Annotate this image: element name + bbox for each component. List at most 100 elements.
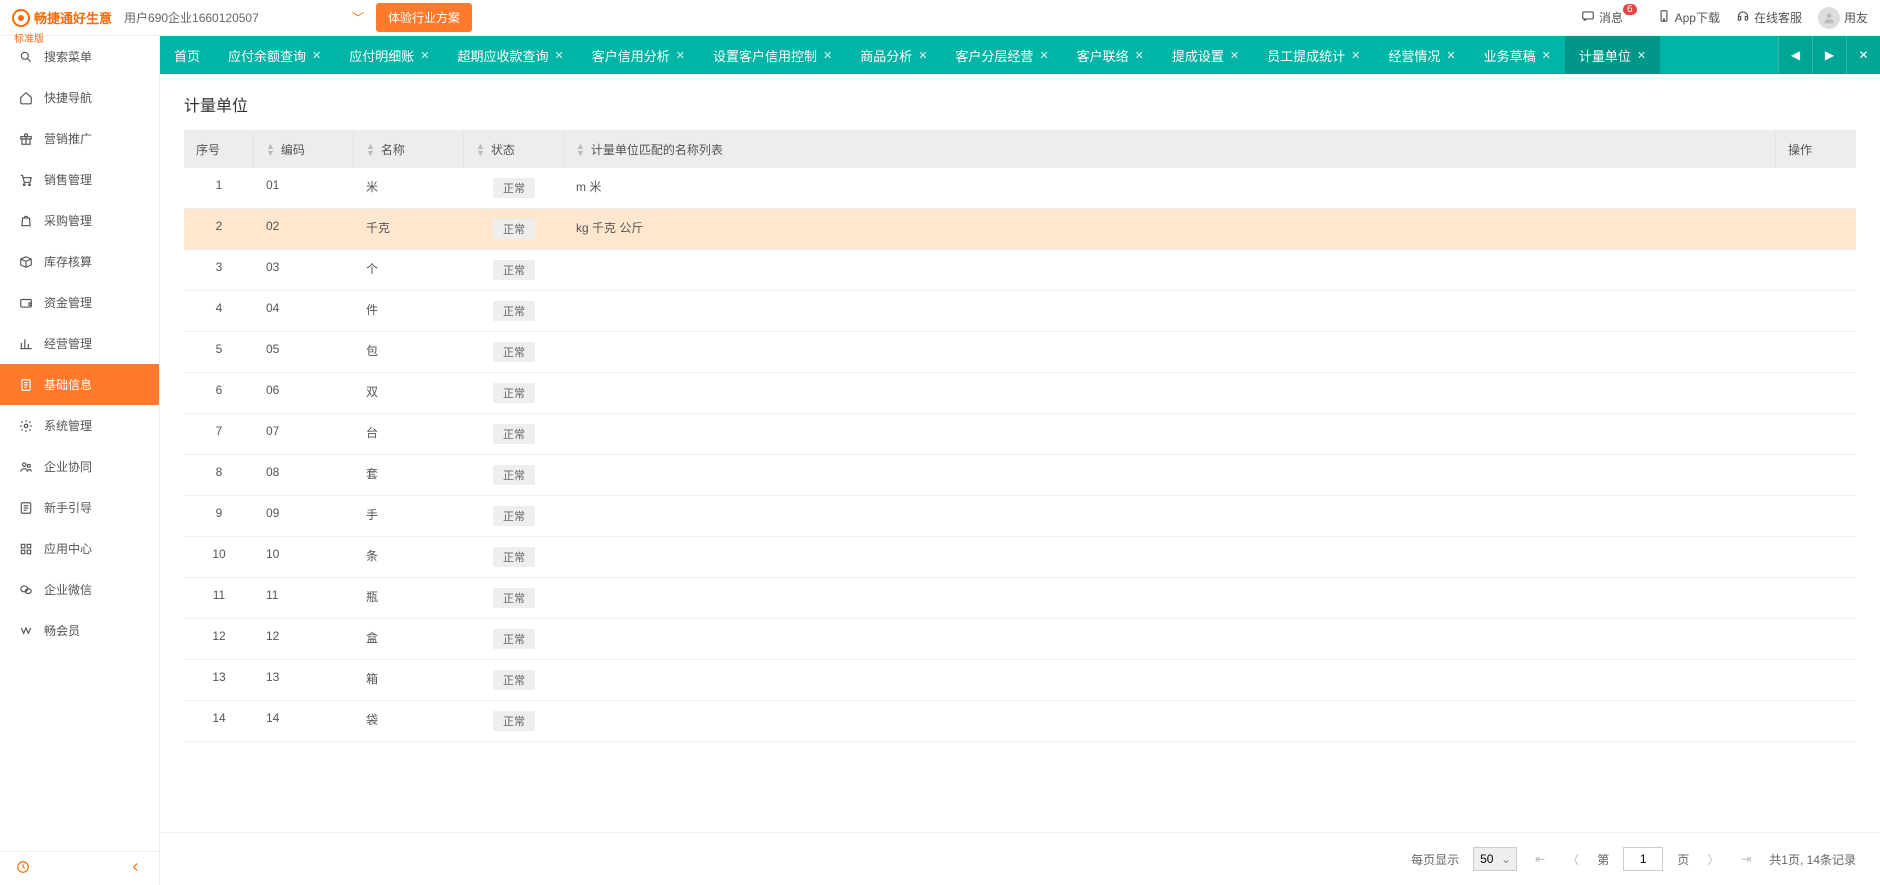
status-badge: 正常: [493, 465, 535, 485]
app-download-link[interactable]: App下载: [1657, 9, 1720, 26]
sidebar-item-2[interactable]: 营销推广: [0, 118, 159, 159]
table-row[interactable]: 202千克正常kg 千克 公斤: [184, 209, 1856, 250]
table-row[interactable]: 1111瓶正常: [184, 578, 1856, 619]
sidebar-item-14[interactable]: 畅会员: [0, 610, 159, 651]
page-next[interactable]: 〉: [1703, 851, 1723, 868]
sidebar-item-8[interactable]: 基础信息: [0, 364, 159, 405]
table-row[interactable]: 1414袋正常: [184, 701, 1856, 742]
table-row[interactable]: 909手正常: [184, 496, 1856, 537]
messages-link[interactable]: 消息 6: [1581, 9, 1641, 26]
tab-11[interactable]: 经营情况✕: [1374, 36, 1469, 74]
close-icon[interactable]: ✕: [1637, 49, 1646, 62]
table-row[interactable]: 606双正常: [184, 373, 1856, 414]
close-icon[interactable]: ✕: [1446, 49, 1455, 62]
table-row[interactable]: 404件正常: [184, 291, 1856, 332]
sidebar-item-13[interactable]: 企业微信: [0, 569, 159, 610]
sidebar-item-6[interactable]: 资金管理: [0, 282, 159, 323]
table-row[interactable]: 1010条正常: [184, 537, 1856, 578]
close-icon[interactable]: ✕: [1039, 49, 1048, 62]
page-input[interactable]: [1623, 847, 1663, 871]
close-icon[interactable]: ✕: [918, 49, 927, 62]
chart-icon: [18, 336, 34, 352]
tab-label: 设置客户信用控制: [713, 46, 817, 65]
close-icon[interactable]: ✕: [1135, 49, 1144, 62]
sidebar-item-9[interactable]: 系统管理: [0, 405, 159, 446]
tabs-close-all[interactable]: ✕: [1846, 36, 1880, 74]
cell-operation: [1776, 373, 1856, 413]
sidebar-item-7[interactable]: 经营管理: [0, 323, 159, 364]
cell-code: 01: [254, 168, 354, 208]
page-prev[interactable]: 〈: [1563, 851, 1583, 868]
search-icon: [18, 49, 34, 65]
close-icon[interactable]: ✕: [676, 49, 685, 62]
tabs-scroll-right[interactable]: ▶: [1812, 36, 1846, 74]
cell-operation: [1776, 496, 1856, 536]
tab-6[interactable]: 商品分析✕: [846, 36, 941, 74]
close-icon[interactable]: ✕: [1542, 49, 1551, 62]
sidebar-item-label: 企业协同: [44, 458, 92, 475]
cell-status: 正常: [464, 414, 564, 454]
th-match[interactable]: ▲▼计量单位匹配的名称列表: [564, 131, 1776, 168]
close-icon[interactable]: ✕: [1351, 49, 1360, 62]
page-last[interactable]: ⇥: [1737, 852, 1755, 866]
cell-status: 正常: [464, 332, 564, 372]
sidebar-collapse-icon[interactable]: [129, 860, 143, 877]
sort-icon: ▲▼: [366, 143, 375, 157]
sidebar-item-1[interactable]: 快捷导航: [0, 77, 159, 118]
close-icon[interactable]: ✕: [312, 49, 321, 62]
cell-status: 正常: [464, 660, 564, 700]
sidebar-item-3[interactable]: 销售管理: [0, 159, 159, 200]
sidebar-item-12[interactable]: 应用中心: [0, 528, 159, 569]
page-first[interactable]: ⇤: [1531, 852, 1549, 866]
table-row[interactable]: 1212盒正常: [184, 619, 1856, 660]
tab-12[interactable]: 业务草稿✕: [1470, 36, 1565, 74]
cell-name: 双: [354, 373, 464, 413]
tab-13[interactable]: 计量单位✕: [1565, 36, 1660, 74]
tab-8[interactable]: 客户联络✕: [1063, 36, 1158, 74]
user-menu[interactable]: 用友: [1818, 7, 1868, 29]
trial-button[interactable]: 体验行业方案: [376, 3, 472, 32]
table-row[interactable]: 303个正常: [184, 250, 1856, 291]
tab-10[interactable]: 员工提成统计✕: [1253, 36, 1374, 74]
sidebar-item-label: 采购管理: [44, 212, 92, 229]
online-service-link[interactable]: 在线客服: [1736, 9, 1802, 26]
sidebar-item-4[interactable]: 采购管理: [0, 200, 159, 241]
tab-9[interactable]: 提成设置✕: [1158, 36, 1253, 74]
tab-7[interactable]: 客户分层经营✕: [941, 36, 1062, 74]
tab-0[interactable]: 首页: [160, 36, 214, 74]
close-icon[interactable]: ✕: [823, 49, 832, 62]
sidebar-item-5[interactable]: 库存核算: [0, 241, 159, 282]
status-badge: 正常: [493, 506, 535, 526]
th-name[interactable]: ▲▼名称: [354, 131, 464, 168]
tab-5[interactable]: 设置客户信用控制 ✕: [699, 36, 846, 74]
per-page-select[interactable]: 50: [1473, 847, 1517, 871]
table-row[interactable]: 1313箱正常: [184, 660, 1856, 701]
close-icon[interactable]: ✕: [555, 49, 564, 62]
table-row[interactable]: 808套正常: [184, 455, 1856, 496]
close-icon[interactable]: ✕: [420, 49, 429, 62]
cell-index: 14: [184, 701, 254, 741]
table-row[interactable]: 505包正常: [184, 332, 1856, 373]
cell-index: 9: [184, 496, 254, 536]
th-status[interactable]: ▲▼状态: [464, 131, 564, 168]
sidebar-item-label: 库存核算: [44, 253, 92, 270]
tabs-scroll-left[interactable]: ◀: [1778, 36, 1812, 74]
sidebar-item-label: 企业微信: [44, 581, 92, 598]
table-row[interactable]: 707台正常: [184, 414, 1856, 455]
cell-name: 千克: [354, 209, 464, 249]
tab-4[interactable]: 客户信用分析✕: [578, 36, 699, 74]
sidebar-item-10[interactable]: 企业协同: [0, 446, 159, 487]
logo-icon: [12, 9, 30, 27]
cell-index: 10: [184, 537, 254, 577]
table-row[interactable]: 101米正常m 米: [184, 168, 1856, 209]
close-icon[interactable]: ✕: [1230, 49, 1239, 62]
online-service-label: 在线客服: [1754, 9, 1802, 26]
th-index[interactable]: 序号: [184, 131, 254, 168]
tab-2[interactable]: 应付明细账✕: [335, 36, 443, 74]
tab-3[interactable]: 超期应收款查询✕: [443, 36, 577, 74]
sidebar-footer-left-icon[interactable]: [16, 860, 30, 877]
tab-1[interactable]: 应付余额查询✕: [214, 36, 335, 74]
sidebar-item-11[interactable]: 新手引导: [0, 487, 159, 528]
tenant-selector[interactable]: 用户690企业1660120507 ﹀: [124, 9, 364, 26]
th-code[interactable]: ▲▼编码: [254, 131, 354, 168]
